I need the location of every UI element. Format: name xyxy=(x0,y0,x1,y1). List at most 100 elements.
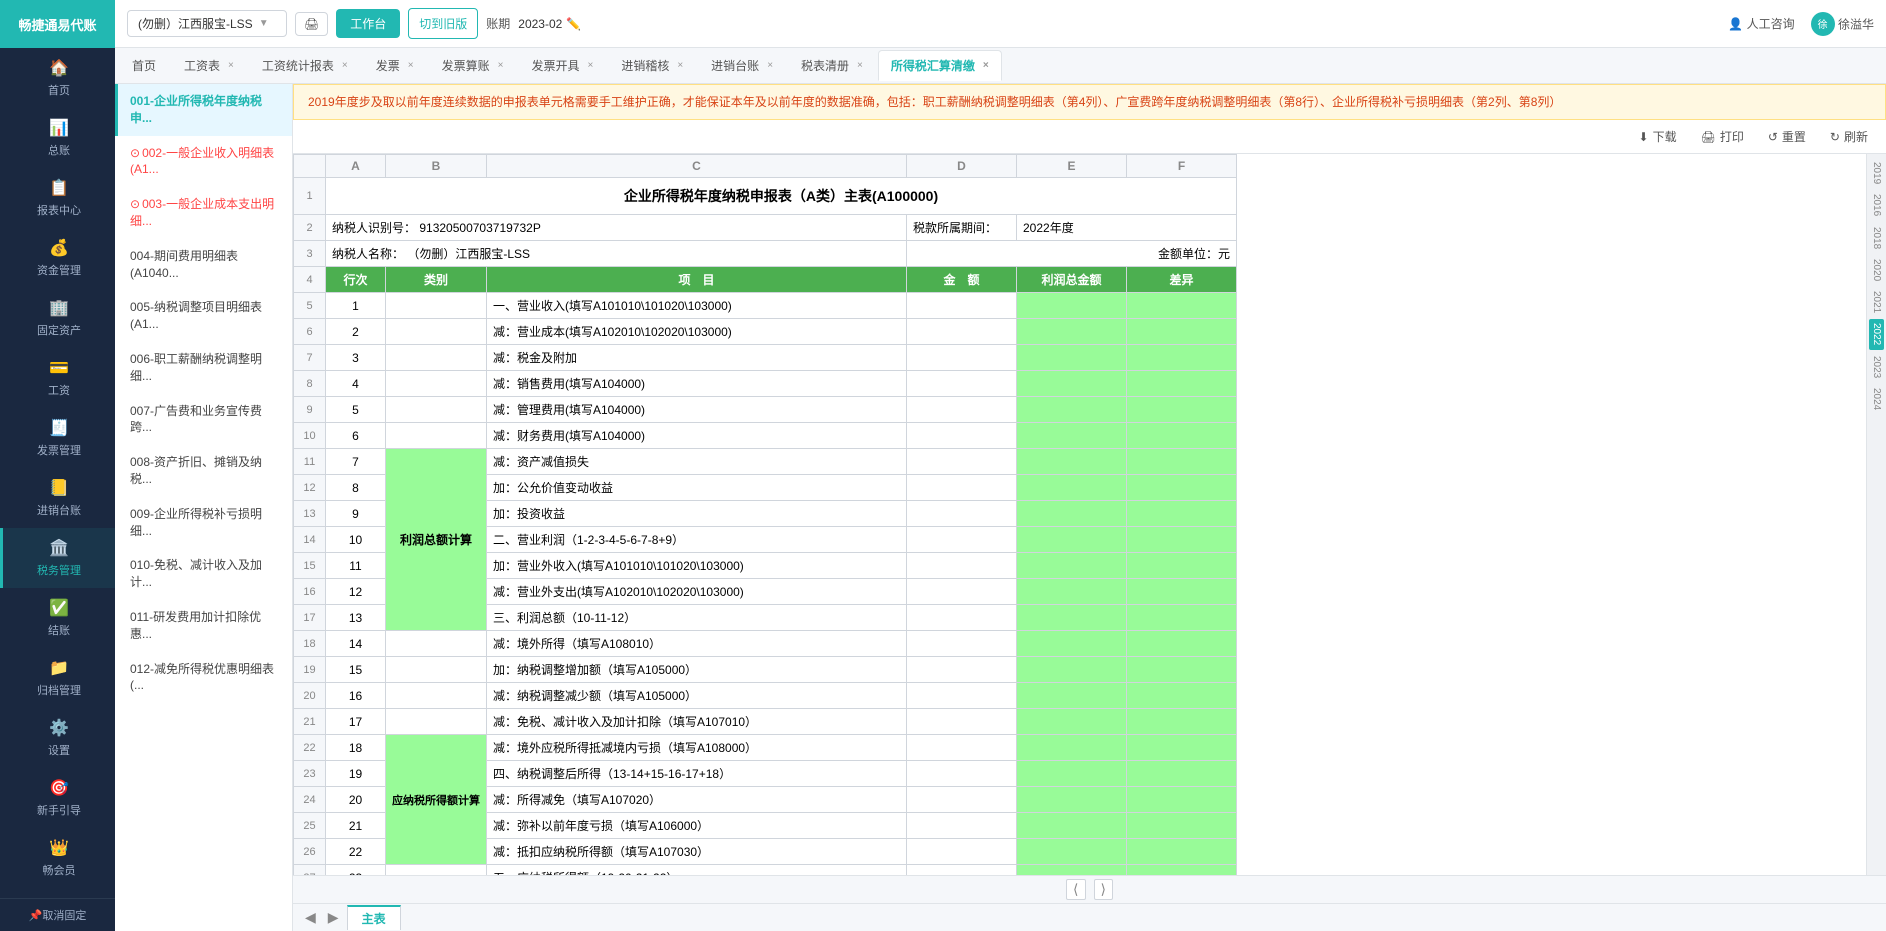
table-row: 19 15 加：纳税调整增加额（填写A105000） xyxy=(294,657,1237,683)
col-header-category: 类别 xyxy=(386,267,487,293)
sub-menu-item-001[interactable]: 001-企业所得税年度纳税申... xyxy=(115,84,292,136)
tab-sales-audit[interactable]: 进销稽核 × xyxy=(608,50,696,81)
company-selector[interactable]: (勿删）江西服宝-LSS ▼ xyxy=(127,10,287,37)
table-toolbar: ⬇ 下载 🖨 打印 ↺ 重置 ↻ 刷新 xyxy=(293,120,1886,154)
sub-menu-item-009[interactable]: 009-企业所得税补亏损明细... xyxy=(115,497,292,549)
sidebar-item-archive[interactable]: 📁 归档管理 xyxy=(0,648,115,708)
year-item-2021[interactable]: 2021 xyxy=(1869,287,1884,317)
year-item-2018[interactable]: 2018 xyxy=(1869,223,1884,253)
switch-old-button[interactable]: 切到旧版 xyxy=(408,8,478,39)
period-value: 2023-02 xyxy=(518,17,562,31)
col-header-A: A xyxy=(326,155,386,178)
print-icon-button[interactable]: 🖨 xyxy=(295,12,328,36)
tab-invoice-close[interactable]: × xyxy=(408,60,414,71)
sub-menu-item-011[interactable]: 011-研发费用加计扣除优惠... xyxy=(115,600,292,652)
sidebar-item-label: 总账 xyxy=(48,142,70,158)
scroll-left-button[interactable]: ⟨ xyxy=(1066,879,1085,900)
refresh-button[interactable]: ↻ 刷新 xyxy=(1826,126,1872,147)
sidebar-item-home[interactable]: 🏠 首页 xyxy=(0,48,115,108)
col-header-item: 项 目 xyxy=(487,267,907,293)
sheet-nav-next[interactable]: ▶ xyxy=(324,907,343,928)
scroll-right-button[interactable]: ⟩ xyxy=(1094,879,1113,900)
table-row: 8 4 减：销售费用(填写A104000) xyxy=(294,371,1237,397)
sub-menu-item-006[interactable]: 006-职工薪酬纳税调整明细... xyxy=(115,342,292,394)
workbench-button[interactable]: 工作台 xyxy=(336,9,400,38)
top-bar: (勿删）江西服宝-LSS ▼ 🖨 工作台 切到旧版 账期 2023-02 ✏️ … xyxy=(115,0,1886,48)
spreadsheet-wrapper[interactable]: A B C D E F xyxy=(293,154,1866,875)
reset-button[interactable]: ↺ 重置 xyxy=(1764,126,1810,147)
sub-menu-item-007[interactable]: 007-广告费和业务宣传费跨... xyxy=(115,394,292,446)
sub-menu-item-003[interactable]: ⊙003-一般企业成本支出明细... xyxy=(115,187,292,239)
year-item-2022[interactable]: 2022 xyxy=(1869,319,1884,349)
col-header-rownum xyxy=(294,155,326,178)
tab-sales-audit-close[interactable]: × xyxy=(677,60,683,71)
table-row: 11 7 利润总额计算 减：资产减值损失 xyxy=(294,449,1237,475)
sidebar-item-guide[interactable]: 🎯 新手引导 xyxy=(0,768,115,828)
sidebar: 畅捷通易代账 🏠 首页 📊 总账 📋 报表中心 💰 资金管理 🏢 固定资产 xyxy=(0,0,115,931)
sub-menu-item-012[interactable]: 012-减免所得税优惠明细表(... xyxy=(115,652,292,704)
sidebar-item-invoice[interactable]: 🧾 发票管理 xyxy=(0,408,115,468)
sub-menu-item-004[interactable]: 004-期间费用明细表(A1040... xyxy=(115,239,292,291)
sidebar-item-ledger[interactable]: 📊 总账 xyxy=(0,108,115,168)
assets-icon: 🏢 xyxy=(49,298,69,318)
sidebar-item-close[interactable]: ✅ 结账 xyxy=(0,588,115,648)
year-item-2020[interactable]: 2020 xyxy=(1869,255,1884,285)
tab-income-tax-label: 所得税汇算清缴 xyxy=(891,57,975,74)
settings-icon: ⚙️ xyxy=(49,718,69,738)
sidebar-item-settings[interactable]: ⚙️ 设置 xyxy=(0,708,115,768)
main-table: A B C D E F xyxy=(293,154,1237,875)
col-header-D: D xyxy=(907,155,1017,178)
tab-home[interactable]: 首页 xyxy=(119,50,169,81)
company-name: (勿删）江西服宝-LSS xyxy=(138,15,253,32)
sheet-nav-prev[interactable]: ◀ xyxy=(301,907,320,928)
tab-bar: 首页 工资表 × 工资统计报表 × 发票 × 发票算账 × 发票开具 × xyxy=(115,48,1886,84)
tab-payroll-report-close[interactable]: × xyxy=(342,60,348,71)
year-item-2019[interactable]: 2019 xyxy=(1869,158,1884,188)
year-item-2016[interactable]: 2016 xyxy=(1869,190,1884,220)
tab-invoice-calc-close[interactable]: × xyxy=(498,60,504,71)
close-period-icon: ✅ xyxy=(49,598,69,618)
tab-invoice-open-close[interactable]: × xyxy=(587,60,593,71)
tab-invoice-calc[interactable]: 发票算账 × xyxy=(429,50,517,81)
tab-tax-list[interactable]: 税表清册 × xyxy=(788,50,876,81)
service-icon: 👤 xyxy=(1728,17,1743,31)
human-service[interactable]: 👤 人工咨询 xyxy=(1728,15,1794,32)
tab-invoice-open[interactable]: 发票开具 × xyxy=(518,50,606,81)
content-area: 001-企业所得税年度纳税申... ⊙002-一般企业收入明细表(A1... ⊙… xyxy=(115,84,1886,931)
sidebar-item-report[interactable]: 📋 报表中心 xyxy=(0,168,115,228)
sidebar-item-sales[interactable]: 📒 进销台账 xyxy=(0,468,115,528)
taxpayer-name-value: （勿删）江西服宝-LSS xyxy=(407,247,530,261)
sidebar-item-assets[interactable]: 🏢 固定资产 xyxy=(0,288,115,348)
error-dot-icon: ⊙ xyxy=(130,146,140,160)
table-header-row: 4 行次 类别 项 目 金 额 利润总金额 差异 xyxy=(294,267,1237,293)
tab-invoice[interactable]: 发票 × xyxy=(363,50,427,81)
tab-sales-ledger[interactable]: 进销台账 × xyxy=(698,50,786,81)
sidebar-pin-button[interactable]: 📌 取消固定 xyxy=(0,898,115,931)
tab-tax-list-close[interactable]: × xyxy=(857,60,863,71)
year-item-2024[interactable]: 2024 xyxy=(1869,384,1884,414)
sub-menu-item-008[interactable]: 008-资产折旧、摊销及纳税... xyxy=(115,445,292,497)
sub-menu: 001-企业所得税年度纳税申... ⊙002-一般企业收入明细表(A1... ⊙… xyxy=(115,84,293,931)
tab-payroll[interactable]: 工资表 × xyxy=(171,50,247,81)
tab-payroll-report[interactable]: 工资统计报表 × xyxy=(249,50,361,81)
tab-payroll-close[interactable]: × xyxy=(228,60,234,71)
tab-income-tax[interactable]: 所得税汇算清缴 × xyxy=(878,50,1002,81)
edit-period-icon[interactable]: ✏️ xyxy=(566,17,581,31)
print-button[interactable]: 🖨 打印 xyxy=(1697,126,1748,147)
sub-menu-item-005[interactable]: 005-纳税调整项目明细表(A1... xyxy=(115,290,292,342)
right-panel: 2019年度步及取以前年度连续数据的申报表单元格需要手工维护正确，才能保证本年及… xyxy=(293,84,1886,931)
sidebar-item-tax[interactable]: 🏛️ 税务管理 xyxy=(0,528,115,588)
sub-menu-item-002[interactable]: ⊙002-一般企业收入明细表(A1... xyxy=(115,136,292,188)
top-bar-right: 👤 人工咨询 徐 徐溢华 xyxy=(1728,12,1874,36)
sidebar-item-payroll[interactable]: 💳 工资 xyxy=(0,348,115,408)
tab-income-tax-close[interactable]: × xyxy=(983,60,989,71)
sidebar-item-funds[interactable]: 💰 资金管理 xyxy=(0,228,115,288)
tab-sales-ledger-close[interactable]: × xyxy=(767,60,773,71)
year-item-2023[interactable]: 2023 xyxy=(1869,352,1884,382)
sub-menu-item-010[interactable]: 010-免税、减计收入及加计... xyxy=(115,548,292,600)
sub-menu-label: 012-减免所得税优惠明细表(... xyxy=(130,662,274,693)
sheet-tab-main[interactable]: 主表 xyxy=(347,905,401,930)
download-button[interactable]: ⬇ 下载 xyxy=(1635,126,1681,147)
sidebar-item-member[interactable]: 👑 畅会员 xyxy=(0,828,115,888)
sub-menu-label: 001-企业所得税年度纳税申... xyxy=(130,94,262,125)
